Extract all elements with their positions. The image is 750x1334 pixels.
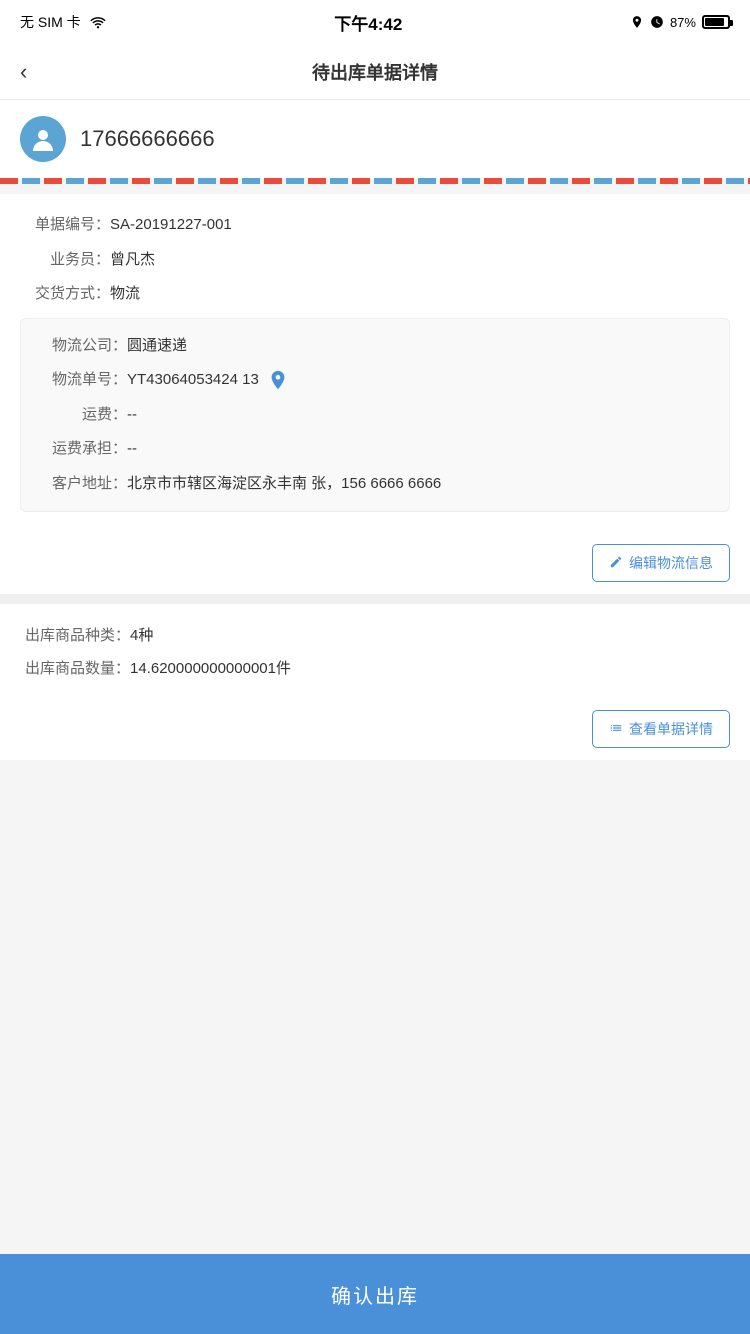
section-separator-1: [0, 594, 750, 604]
view-detail-label: 查看单据详情: [629, 719, 713, 739]
logistics-company-row: 物流公司： 圆通速递: [37, 335, 713, 358]
status-right: 87%: [630, 15, 730, 30]
battery-text: 87%: [670, 15, 696, 30]
logistics-freight-bearer-label: 运费承担：: [37, 438, 127, 461]
confirm-button[interactable]: 确认出库: [0, 1254, 750, 1334]
logistics-freight-bearer-row: 运费承担： --: [37, 438, 713, 461]
goods-type-label: 出库商品种类：: [20, 624, 130, 645]
alarm-status-icon: [650, 15, 664, 29]
dashed-divider: [0, 178, 750, 184]
logistics-freight-value: --: [127, 404, 713, 427]
goods-section: 出库商品种类： 4种 出库商品数量： 14.620000000000001件: [0, 604, 750, 698]
customer-phone: 17666666666: [80, 126, 215, 152]
basic-info-section: 单据编号： SA-20191227-001 业务员： 曾凡杰 交货方式： 物流 …: [0, 194, 750, 532]
goods-quantity-value: 14.620000000000001件: [130, 657, 291, 678]
page-title: 待出库单据详情: [312, 59, 438, 85]
wifi-icon: [89, 15, 107, 29]
view-detail-wrap: 查看单据详情: [0, 698, 750, 760]
goods-type-value: 4种: [130, 624, 153, 645]
goods-type-row: 出库商品种类： 4种: [20, 624, 730, 645]
status-time: 下午4:42: [334, 10, 402, 35]
edit-logistics-button[interactable]: 编辑物流信息: [592, 544, 730, 582]
logistics-freight-bearer-value: --: [127, 438, 713, 461]
edit-logistics-label: 编辑物流信息: [629, 553, 713, 573]
logistics-tracking-row: 物流单号： YT43064053424 13: [37, 369, 713, 392]
logistics-freight-label: 运费：: [37, 404, 127, 427]
user-icon: [29, 125, 57, 153]
nav-bar: ‹ 待出库单据详情: [0, 44, 750, 100]
status-left: 无 SIM 卡: [20, 12, 107, 32]
logistics-company-label: 物流公司：: [37, 335, 127, 358]
customer-header: 17666666666: [0, 100, 750, 178]
location-status-icon: [630, 15, 644, 29]
document-number-label: 单据编号：: [20, 214, 110, 237]
carrier-text: 无 SIM 卡: [20, 12, 81, 32]
salesperson-value: 曾凡杰: [110, 249, 730, 272]
edit-logistics-wrap: 编辑物流信息: [0, 532, 750, 594]
view-detail-button[interactable]: 查看单据详情: [592, 710, 730, 748]
confirm-button-label: 确认出库: [331, 1280, 419, 1309]
edit-icon: [609, 555, 623, 572]
logistics-address-label: 客户地址：: [37, 473, 127, 496]
document-number-row: 单据编号： SA-20191227-001: [20, 214, 730, 237]
logistics-tracking-label: 物流单号：: [37, 369, 127, 392]
logistics-address-value: 北京市市辖区海淀区永丰南 张，156 6666 6666: [127, 473, 713, 496]
avatar: [20, 116, 66, 162]
delivery-method-value: 物流: [110, 283, 730, 306]
delivery-method-label: 交货方式：: [20, 283, 110, 306]
salesperson-label: 业务员：: [20, 249, 110, 272]
salesperson-row: 业务员： 曾凡杰: [20, 249, 730, 272]
status-bar: 无 SIM 卡 下午4:42 87%: [0, 0, 750, 44]
goods-quantity-row: 出库商品数量： 14.620000000000001件: [20, 657, 730, 678]
delivery-method-row: 交货方式： 物流: [20, 283, 730, 306]
document-number-value: SA-20191227-001: [110, 214, 730, 237]
logistics-card: 物流公司： 圆通速递 物流单号： YT43064053424 13 运费： --…: [20, 318, 730, 513]
spacer: [0, 760, 750, 960]
tracking-location-icon[interactable]: [267, 369, 289, 391]
main-content: 17666666666 单据编号： SA-20191227-001 业务员： 曾…: [0, 100, 750, 1050]
logistics-freight-row: 运费： --: [37, 404, 713, 427]
logistics-tracking-value-wrap: YT43064053424 13: [127, 369, 713, 392]
logistics-address-row: 客户地址： 北京市市辖区海淀区永丰南 张，156 6666 6666: [37, 473, 713, 496]
battery-icon: [702, 15, 730, 29]
logistics-company-value: 圆通速递: [127, 335, 713, 358]
view-detail-icon: [609, 721, 623, 738]
logistics-tracking-number: YT43064053424 13: [127, 369, 259, 392]
goods-quantity-label: 出库商品数量：: [20, 657, 130, 678]
back-button[interactable]: ‹: [20, 59, 27, 85]
